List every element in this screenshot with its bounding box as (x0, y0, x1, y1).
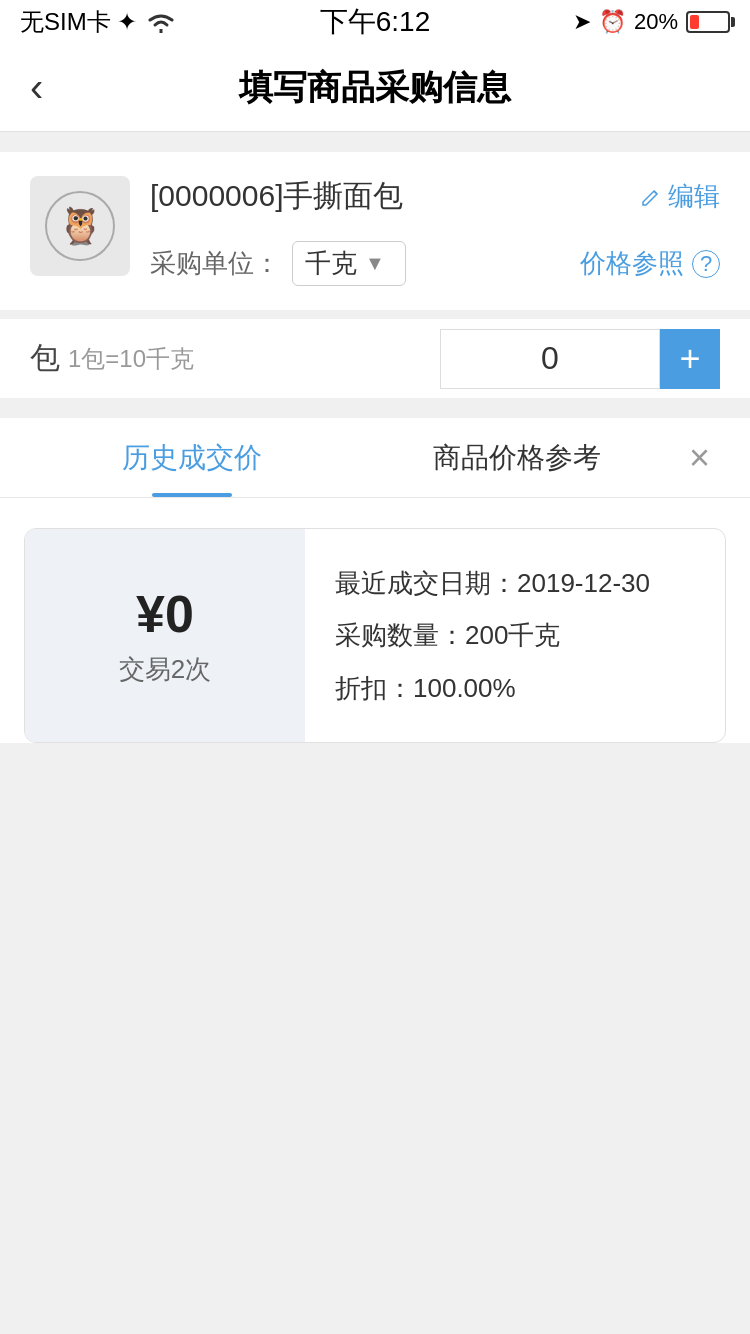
product-card: 🦉 [0000006]手撕面包 编辑 采购单位： 千克 (0, 152, 750, 310)
battery-text: 20% (634, 9, 678, 35)
tab-close-button[interactable]: × (679, 427, 720, 489)
product-info: [0000006]手撕面包 编辑 采购单位： 千克 ▼ (150, 176, 720, 286)
trade-right: 最近成交日期：2019-12-30 采购数量：200千克 折扣：100.00% (305, 529, 725, 742)
tab-price-ref[interactable]: 商品价格参考 (354, 418, 678, 497)
product-logo-icon: 🦉 (58, 205, 103, 247)
purchase-unit-label: 采购单位： (150, 246, 280, 281)
price-ref-label: 价格参照 (580, 246, 684, 281)
edit-button[interactable]: 编辑 (640, 179, 720, 214)
product-name: [0000006]手撕面包 (150, 176, 403, 217)
unit-select[interactable]: 千克 ▼ (292, 241, 406, 286)
unit-value: 千克 (305, 246, 357, 281)
tab-history-price[interactable]: 历史成交价 (30, 418, 354, 497)
quantity-label: 包 1包=10千克 (30, 338, 194, 379)
help-icon[interactable]: ? (692, 250, 720, 278)
quantity-section: 包 1包=10千克 + (0, 318, 750, 398)
recent-date-value: 2019-12-30 (517, 568, 650, 598)
battery-icon (686, 11, 730, 33)
nav-bar: ‹ 填写商品采购信息 (0, 44, 750, 132)
purchase-qty-label: 采购数量： (335, 620, 465, 650)
trade-count: 交易2次 (119, 652, 211, 687)
status-right: ➤ ⏰ 20% (573, 9, 730, 35)
purchase-unit-row: 采购单位： 千克 ▼ 价格参照 ? (150, 241, 720, 286)
edit-label: 编辑 (668, 179, 720, 214)
tabs-section: 历史成交价 商品价格参考 × ¥0 交易2次 最近成交日期：2019-12-30… (0, 418, 750, 743)
product-image: 🦉 (30, 176, 130, 276)
quantity-input[interactable] (440, 329, 660, 389)
quantity-plus-button[interactable]: + (660, 329, 720, 389)
tab-price-ref-label: 商品价格参考 (433, 439, 601, 477)
trade-card: ¥0 交易2次 最近成交日期：2019-12-30 采购数量：200千克 折扣：… (24, 528, 726, 743)
tab-history-label: 历史成交价 (122, 439, 262, 477)
status-bar: 无SIM卡 ✦ 下午6:12 ➤ ⏰ 20% (0, 0, 750, 44)
price-value: 0 (165, 585, 194, 643)
product-header: 🦉 [0000006]手撕面包 编辑 采购单位： 千克 (30, 176, 720, 286)
carrier-text: 无SIM卡 ✦ (20, 6, 137, 38)
discount-value: 100.00% (413, 673, 516, 703)
product-name-row: [0000006]手撕面包 编辑 (150, 176, 720, 217)
trade-purchase-qty-row: 采购数量：200千克 (335, 617, 695, 653)
product-image-inner: 🦉 (45, 191, 115, 261)
purchase-unit-left: 采购单位： 千克 ▼ (150, 241, 406, 286)
status-left: 无SIM卡 ✦ (20, 6, 175, 38)
trade-left: ¥0 交易2次 (25, 529, 305, 742)
purchase-qty-value: 200千克 (465, 620, 560, 650)
unit-bao-label: 包 (30, 338, 60, 379)
price-ref-button[interactable]: 价格参照 ? (580, 246, 720, 281)
quantity-controls: + (440, 329, 720, 389)
tabs-header: 历史成交价 商品价格参考 × (0, 418, 750, 498)
location-icon: ➤ (573, 9, 591, 35)
currency-symbol: ¥ (136, 585, 165, 643)
edit-icon (640, 186, 662, 208)
trade-discount-row: 折扣：100.00% (335, 670, 695, 706)
dropdown-arrow-icon: ▼ (365, 252, 385, 275)
back-button[interactable]: ‹ (20, 55, 53, 120)
page-title: 填写商品采购信息 (239, 65, 511, 111)
trade-recent-date-row: 最近成交日期：2019-12-30 (335, 565, 695, 601)
battery-fill (690, 15, 699, 29)
unit-equiv-label: 1包=10千克 (68, 343, 194, 375)
trade-price: ¥0 (136, 584, 194, 644)
discount-label: 折扣： (335, 673, 413, 703)
recent-date-label: 最近成交日期： (335, 568, 517, 598)
status-time: 下午6:12 (320, 3, 431, 41)
alarm-icon: ⏰ (599, 9, 626, 35)
bottom-space (0, 773, 750, 1334)
wifi-icon (147, 11, 175, 33)
